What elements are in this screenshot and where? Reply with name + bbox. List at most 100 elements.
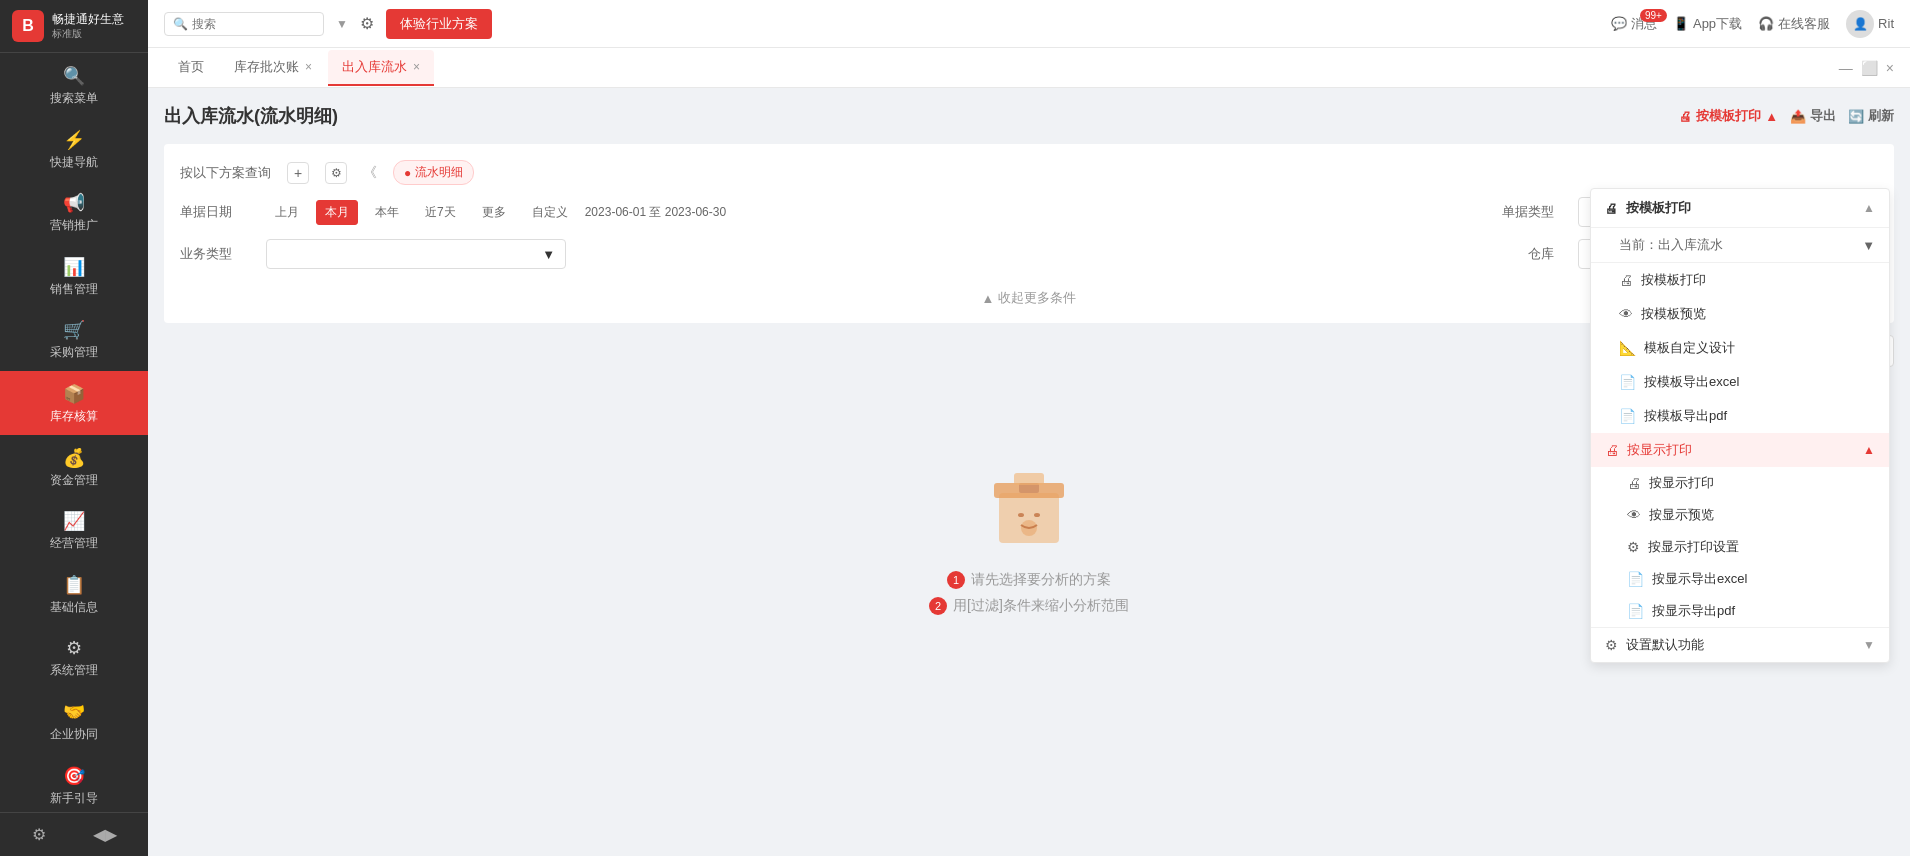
sidebar-item-system[interactable]: ⚙ 系统管理: [0, 625, 148, 689]
print-template-trigger[interactable]: 🖨 按模板打印 ▲: [1679, 107, 1778, 125]
filter-collapse-left-btn[interactable]: 《: [363, 164, 377, 182]
date-recent7[interactable]: 近7天: [416, 200, 465, 225]
dropdown-header[interactable]: 🖨 按模板打印 ▲: [1591, 189, 1889, 228]
sidebar-item-finance[interactable]: 💰 资金管理: [0, 435, 148, 499]
search-input[interactable]: [192, 17, 292, 31]
topbar-search-box[interactable]: 🔍: [164, 12, 324, 36]
template-preview-icon: 👁: [1619, 306, 1633, 322]
sidebar-item-cooperation[interactable]: 🤝 企业协同: [0, 689, 148, 753]
tab-home[interactable]: 首页: [164, 50, 218, 86]
dropdown-item-template-custom[interactable]: 📐 模板自定义设计: [1591, 331, 1889, 365]
page-title-actions: 🖨 按模板打印 ▲ 📤 导出 🔄 刷新: [1679, 107, 1894, 125]
tab-close-flow[interactable]: ×: [413, 60, 420, 74]
tab-flow[interactable]: 出入库流水 ×: [328, 50, 434, 86]
dropdown-sub-item-display-print[interactable]: 🖨 按显示打印: [1591, 467, 1889, 499]
inventory-icon: 📦: [63, 383, 85, 405]
page-title: 出入库流水(流水明细): [164, 104, 338, 128]
display-pdf-icon: 📄: [1627, 603, 1644, 619]
print-arrow-icon: ▲: [1765, 109, 1778, 124]
section-print-icon: 🖨 按显示打印: [1605, 441, 1692, 459]
sidebar-item-purchase[interactable]: 🛒 采购管理: [0, 307, 148, 371]
export-icon: 📤: [1790, 109, 1806, 124]
business-type-select[interactable]: ▼: [266, 239, 566, 269]
filter-add-btn[interactable]: +: [287, 162, 309, 184]
refresh-btn[interactable]: 🔄 刷新: [1848, 107, 1894, 125]
sidebar-item-operations[interactable]: 📈 经营管理: [0, 498, 148, 562]
sidebar-item-sales[interactable]: 📊 销售管理: [0, 244, 148, 308]
dropdown-item-template-print[interactable]: 🖨 按模板打印: [1591, 263, 1889, 297]
dropdown-item-template-pdf[interactable]: 📄 按模板导出pdf: [1591, 399, 1889, 433]
dropdown-item-template-preview[interactable]: 👁 按模板预览: [1591, 297, 1889, 331]
operations-icon: 📈: [63, 510, 85, 532]
filter-label: 按以下方案查询: [180, 164, 271, 182]
tab-maximize-icon[interactable]: ⬜: [1861, 60, 1878, 76]
sidebar-item-basic-info[interactable]: 📋 基础信息: [0, 562, 148, 626]
template-excel-icon: 📄: [1619, 374, 1636, 390]
collapse-icon[interactable]: ◀▶: [93, 825, 117, 844]
industry-btn[interactable]: 体验行业方案: [386, 9, 492, 39]
tab-close-batch[interactable]: ×: [305, 60, 312, 74]
user-avatar-btn[interactable]: 👤 Rit: [1846, 10, 1894, 38]
system-icon: ⚙: [66, 637, 82, 659]
sidebar-item-search[interactable]: 🔍 搜索菜单: [0, 53, 148, 117]
quick-nav-icon: ⚡: [63, 129, 85, 151]
dropdown-sub-item-display-excel[interactable]: 📄 按显示导出excel: [1591, 563, 1889, 595]
filter-tag-flow[interactable]: ● 流水明细: [393, 160, 474, 185]
print-icon: 🖨: [1679, 109, 1692, 124]
footer-chevron-icon: ▼: [1863, 638, 1875, 652]
export-btn[interactable]: 📤 导出: [1790, 107, 1836, 125]
dropdown-item-template-excel[interactable]: 📄 按模板导出excel: [1591, 365, 1889, 399]
guide-icon: 🎯: [63, 765, 85, 787]
tab-close-all-icon[interactable]: ×: [1886, 60, 1894, 76]
date-filter: 上月 本月 本年 近7天 更多 自定义 2023-06-01 至 2023-06…: [266, 200, 726, 225]
tab-minimize-icon[interactable]: —: [1839, 60, 1853, 76]
download-icon: 📱: [1673, 16, 1689, 31]
sidebar-item-quick-nav[interactable]: ⚡ 快捷导航: [0, 117, 148, 181]
display-preview-icon: 👁: [1627, 507, 1641, 523]
sidebar-logo: B 畅捷通好生意 标准版: [0, 0, 148, 53]
template-custom-icon: 📐: [1619, 340, 1636, 356]
finance-icon: 💰: [63, 447, 85, 469]
message-btn[interactable]: 💬 消息 99+: [1611, 15, 1657, 33]
date-prev-month[interactable]: 上月: [266, 200, 308, 225]
date-custom[interactable]: 自定义: [523, 200, 577, 225]
service-icon: 🎧: [1758, 16, 1774, 31]
main-area: 🔍 ▼ ⚙ 体验行业方案 💬 消息 99+ 📱 App下载 🎧 在: [148, 0, 1910, 856]
app-download-btn[interactable]: 📱 App下载: [1673, 15, 1742, 33]
tabs-controls: — ⬜ ×: [1839, 60, 1894, 76]
dropdown-section-display: 🖨 按显示打印 ▲: [1591, 433, 1889, 467]
sidebar: B 畅捷通好生意 标准版 🔍 搜索菜单 ⚡ 快捷导航 📢 营销推广 📊: [0, 0, 148, 856]
dropdown-footer[interactable]: ⚙ 设置默认功能 ▼: [1591, 627, 1889, 662]
sidebar-item-guide[interactable]: 🎯 新手引导: [0, 753, 148, 812]
settings-bottom-icon[interactable]: ⚙: [32, 825, 46, 844]
svg-point-6: [1034, 513, 1040, 517]
filter-settings-btn[interactable]: ⚙: [325, 162, 347, 184]
topbar-gear-icon[interactable]: ⚙: [360, 14, 374, 33]
svg-point-5: [1018, 513, 1024, 517]
message-badge: 99+: [1640, 9, 1667, 22]
dropdown-current[interactable]: 当前：出入库流水 ▼: [1591, 228, 1889, 263]
dropdown-sub-item-display-preview[interactable]: 👁 按显示预览: [1591, 499, 1889, 531]
dropdown-sub-item-display-pdf[interactable]: 📄 按显示导出pdf: [1591, 595, 1889, 627]
sidebar-item-inventory[interactable]: 📦 库存核算: [0, 371, 148, 435]
search-icon: 🔍: [173, 17, 188, 31]
basic-info-icon: 📋: [63, 574, 85, 596]
tab-batch-account[interactable]: 库存批次账 ×: [220, 50, 326, 86]
date-more[interactable]: 更多: [473, 200, 515, 225]
dropdown-header-arrow: ▲: [1863, 201, 1875, 215]
display-print-icon: 🖨: [1627, 475, 1641, 491]
date-this-year[interactable]: 本年: [366, 200, 408, 225]
dropdown-header-label: 🖨 按模板打印: [1605, 199, 1691, 217]
search-icon: 🔍: [63, 65, 85, 87]
online-service-btn[interactable]: 🎧 在线客服: [1758, 15, 1830, 33]
sidebar-item-marketing[interactable]: 📢 营销推广: [0, 180, 148, 244]
display-print-header-icon: 🖨: [1605, 442, 1619, 458]
date-label: 单据日期: [180, 203, 250, 221]
sales-icon: 📊: [63, 256, 85, 278]
date-this-month[interactable]: 本月: [316, 200, 358, 225]
dropdown-section-header[interactable]: 🖨 按显示打印 ▲: [1591, 433, 1889, 467]
template-print-icon: 🖨: [1619, 272, 1633, 288]
search-chevron-icon[interactable]: ▼: [336, 17, 348, 31]
empty-state-icon: [969, 443, 1089, 563]
dropdown-sub-item-display-settings[interactable]: ⚙ 按显示打印设置: [1591, 531, 1889, 563]
